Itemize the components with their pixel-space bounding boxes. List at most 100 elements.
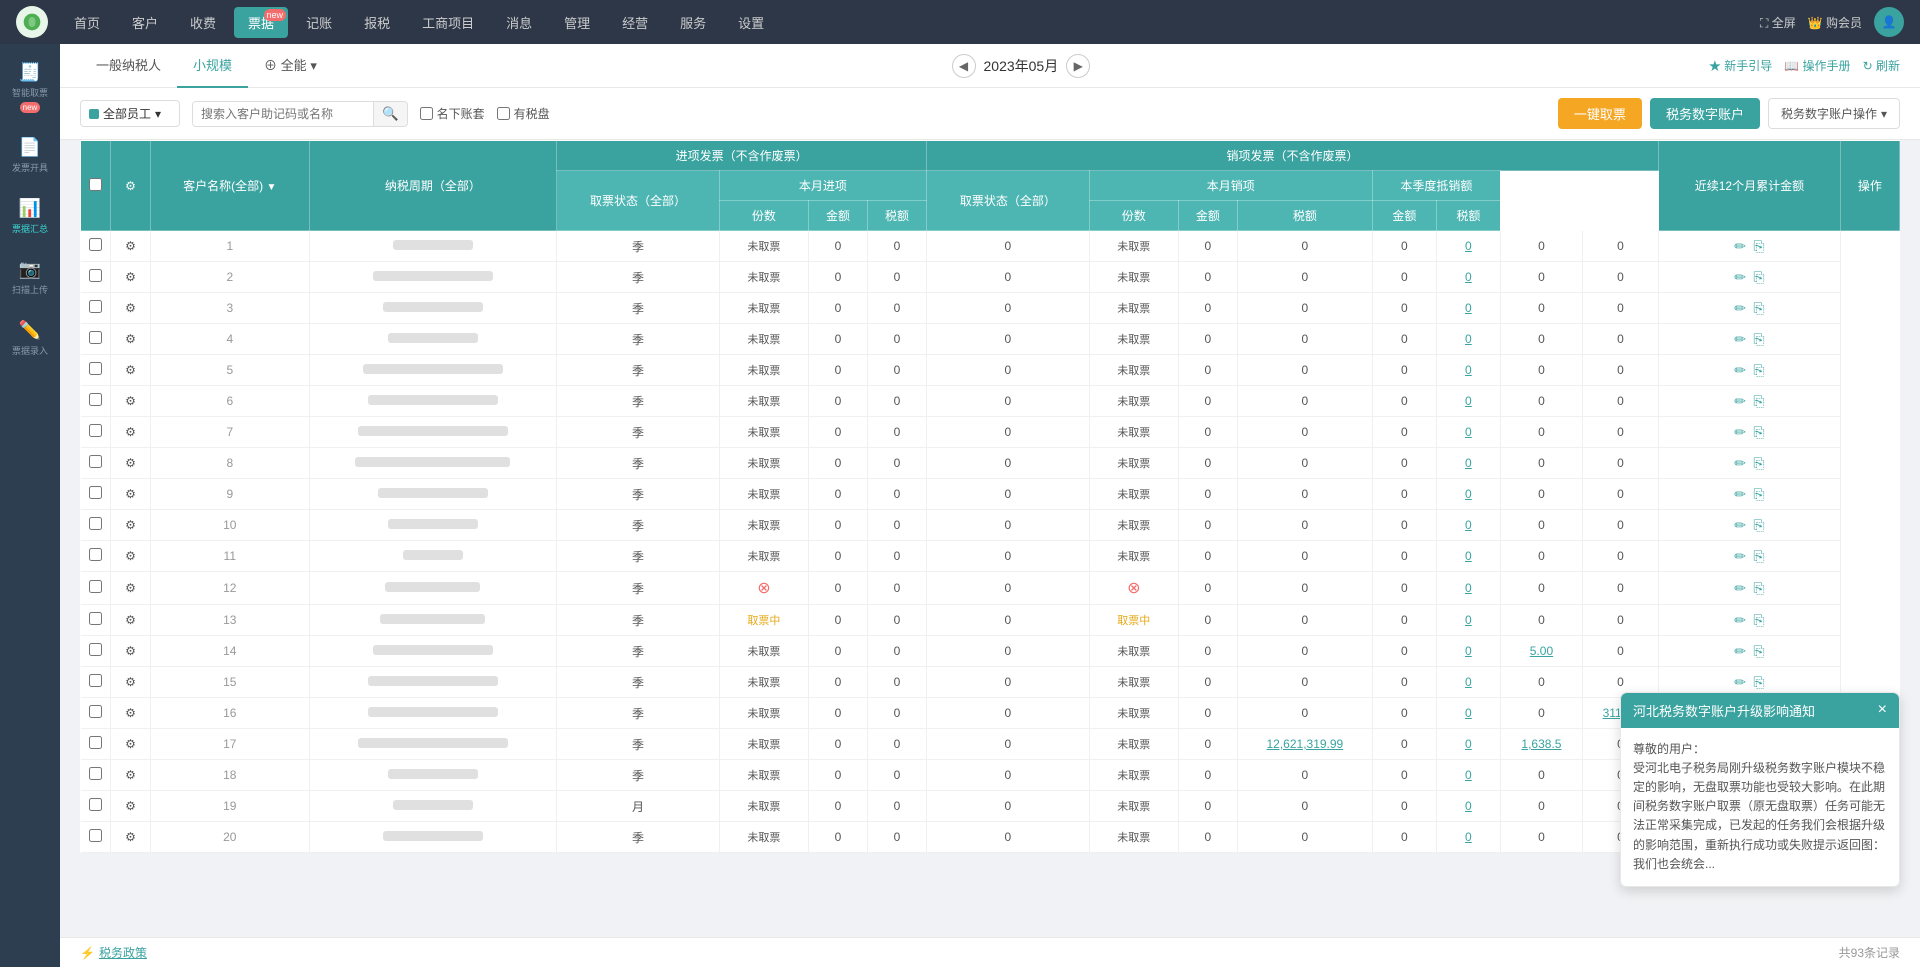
copy-icon[interactable]: ⎘ (1753, 424, 1764, 440)
has-tax-disk-checkbox[interactable] (497, 107, 510, 120)
row-checkbox-cell (81, 510, 111, 541)
row-checkbox[interactable] (89, 798, 102, 811)
row-checkbox[interactable] (89, 548, 102, 561)
sidebar-item-summary[interactable]: 📊 票据汇总 (2, 188, 58, 245)
notification-close-btn[interactable]: × (1878, 701, 1887, 719)
edit-icon[interactable]: ✏ (1734, 300, 1746, 316)
new-guide-btn[interactable]: ★ 新手引导 (1709, 57, 1772, 74)
copy-icon[interactable]: ⎘ (1753, 612, 1764, 628)
digital-ops-btn[interactable]: 税务数字账户操作 ▾ (1768, 98, 1900, 129)
copy-icon[interactable]: ⎘ (1753, 674, 1764, 690)
row-checkbox[interactable] (89, 362, 102, 375)
select-all-checkbox[interactable] (89, 178, 102, 191)
copy-icon[interactable]: ⎘ (1753, 393, 1764, 409)
manual-btn[interactable]: 📖 操作手册 (1784, 57, 1850, 74)
edit-icon[interactable]: ✏ (1734, 331, 1746, 347)
nav-settings[interactable]: 设置 (724, 7, 778, 38)
fullscreen-btn[interactable]: ⛶ 全屏 (1760, 14, 1796, 31)
row-in-tax-cell: 0 (927, 822, 1090, 853)
row-name-cell (309, 760, 557, 791)
copy-icon[interactable]: ⎘ (1753, 362, 1764, 378)
employee-select[interactable]: 全部员工 ▾ (80, 100, 180, 127)
row-checkbox[interactable] (89, 238, 102, 251)
row-checkbox[interactable] (89, 612, 102, 625)
row-checkbox[interactable] (89, 736, 102, 749)
has-tax-disk-filter[interactable]: 有税盘 (497, 105, 550, 122)
edit-icon[interactable]: ✏ (1734, 455, 1746, 471)
row-checkbox[interactable] (89, 300, 102, 313)
row-checkbox[interactable] (89, 643, 102, 656)
nav-operation[interactable]: 经营 (608, 7, 662, 38)
edit-icon[interactable]: ✏ (1734, 269, 1746, 285)
nav-business[interactable]: 工商项目 (408, 7, 488, 38)
user-avatar[interactable]: 👤 (1874, 7, 1904, 37)
date-next-btn[interactable]: ▶ (1066, 54, 1090, 78)
edit-icon[interactable]: ✏ (1734, 424, 1746, 440)
nav-message[interactable]: 消息 (492, 7, 546, 38)
row-checkbox[interactable] (89, 517, 102, 530)
edit-icon[interactable]: ✏ (1734, 362, 1746, 378)
tab-all-capable[interactable]: ⊕ 全能 ▾ (248, 44, 333, 88)
edit-icon[interactable]: ✏ (1734, 486, 1746, 502)
nav-manage[interactable]: 管理 (550, 7, 604, 38)
row-checkbox[interactable] (89, 829, 102, 842)
sidebar-item-smart-invoice[interactable]: 🧾 智能取票 new (2, 52, 58, 123)
digital-account-btn[interactable]: 税务数字账户 (1650, 98, 1760, 129)
row-checkbox[interactable] (89, 331, 102, 344)
outgoing-status-header: 取票状态（全部） (927, 171, 1090, 231)
row-checkbox[interactable] (89, 674, 102, 687)
copy-icon[interactable]: ⎘ (1753, 548, 1764, 564)
nav-billing[interactable]: 收费 (176, 7, 230, 38)
nav-bookkeeping[interactable]: 记账 (292, 7, 346, 38)
edit-icon[interactable]: ✏ (1734, 548, 1746, 564)
sidebar-item-scan[interactable]: 📷 扫描上传 (2, 249, 58, 306)
sidebar-item-entry[interactable]: ✏️ 票据录入 (2, 310, 58, 367)
nav-service[interactable]: 服务 (666, 7, 720, 38)
edit-icon[interactable]: ✏ (1734, 643, 1746, 659)
tab-small-scale[interactable]: 小规模 (177, 44, 248, 88)
member-btn[interactable]: 👑 购会员 (1808, 14, 1862, 31)
row-in-count-cell: 0 (809, 698, 868, 729)
under-account-filter[interactable]: 名下账套 (420, 105, 485, 122)
row-checkbox[interactable] (89, 269, 102, 282)
refresh-btn[interactable]: ↻ 刷新 (1863, 57, 1900, 74)
row-num-cell: 17 (150, 729, 309, 760)
tax-policy-link[interactable]: 税务政策 (99, 944, 147, 961)
row-checkbox[interactable] (89, 767, 102, 780)
nav-invoice[interactable]: 票据 new (234, 7, 288, 38)
copy-icon[interactable]: ⎘ (1753, 580, 1764, 596)
one-click-btn[interactable]: 一键取票 (1558, 98, 1642, 129)
in-status-tag: 未取票 (741, 423, 786, 441)
row-checkbox[interactable] (89, 424, 102, 437)
copy-icon[interactable]: ⎘ (1753, 517, 1764, 533)
search-button[interactable]: 🔍 (373, 102, 407, 126)
row-checkbox[interactable] (89, 580, 102, 593)
edit-icon[interactable]: ✏ (1734, 612, 1746, 628)
copy-icon[interactable]: ⎘ (1753, 643, 1764, 659)
row-checkbox[interactable] (89, 705, 102, 718)
sidebar-item-open-invoice[interactable]: 📄 发票开具 (2, 127, 58, 184)
copy-icon[interactable]: ⎘ (1753, 455, 1764, 471)
row-checkbox[interactable] (89, 455, 102, 468)
in-status-tag: 未取票 (741, 516, 786, 534)
row-ded-amount-cell: 0 (1436, 355, 1500, 386)
row-checkbox[interactable] (89, 486, 102, 499)
under-account-checkbox[interactable] (420, 107, 433, 120)
copy-icon[interactable]: ⎘ (1753, 238, 1764, 254)
edit-icon[interactable]: ✏ (1734, 393, 1746, 409)
row-checkbox[interactable] (89, 393, 102, 406)
copy-icon[interactable]: ⎘ (1753, 486, 1764, 502)
edit-icon[interactable]: ✏ (1734, 674, 1746, 690)
tab-general-taxpayer[interactable]: 一般纳税人 (80, 44, 177, 88)
copy-icon[interactable]: ⎘ (1753, 331, 1764, 347)
copy-icon[interactable]: ⎘ (1753, 300, 1764, 316)
edit-icon[interactable]: ✏ (1734, 238, 1746, 254)
nav-tax[interactable]: 报税 (350, 7, 404, 38)
date-prev-btn[interactable]: ◀ (952, 54, 976, 78)
nav-home[interactable]: 首页 (60, 7, 114, 38)
search-input[interactable] (193, 103, 373, 125)
nav-customer[interactable]: 客户 (118, 7, 172, 38)
edit-icon[interactable]: ✏ (1734, 580, 1746, 596)
copy-icon[interactable]: ⎘ (1753, 269, 1764, 285)
edit-icon[interactable]: ✏ (1734, 517, 1746, 533)
